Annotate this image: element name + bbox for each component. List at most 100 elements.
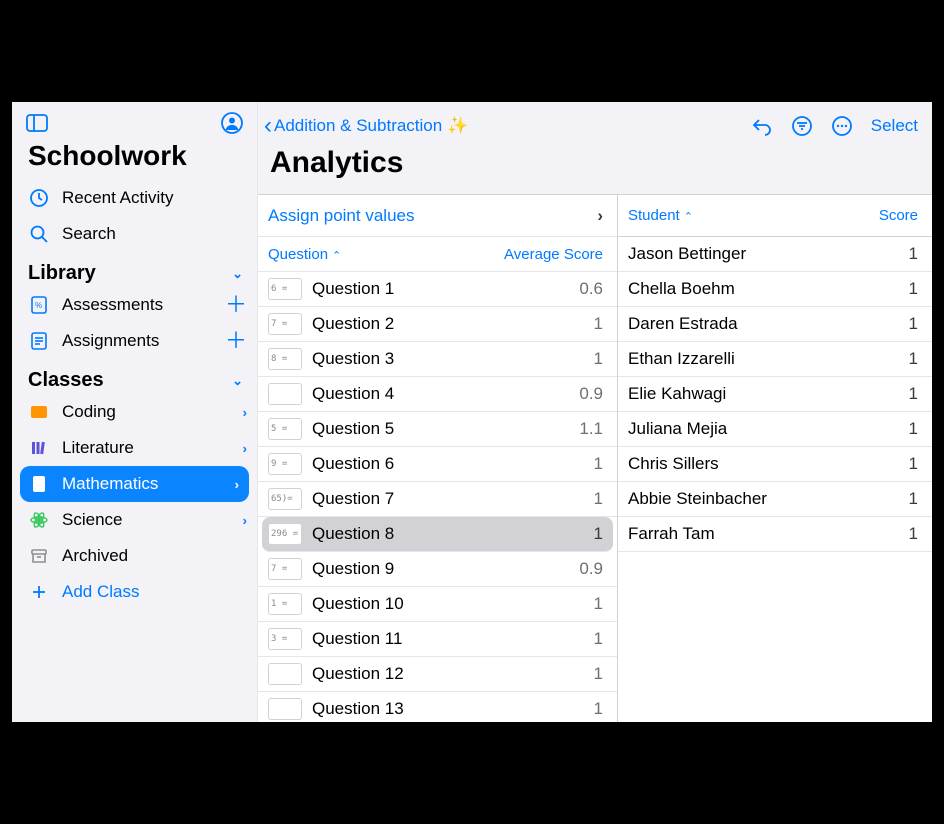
question-label: Question 1 — [312, 279, 569, 299]
chevron-right-icon: › — [243, 513, 247, 528]
question-thumbnail: 7 = — [268, 558, 302, 580]
question-row[interactable]: 1 = Question 10 1 — [258, 587, 617, 622]
question-row[interactable]: Question 40.9 — [258, 377, 617, 412]
library-section-header[interactable]: Library ⌄ — [12, 252, 257, 287]
sort-caret-icon: ⌃ — [684, 211, 693, 223]
question-thumbnail: 3 = — [268, 628, 302, 650]
question-score: 0.6 — [579, 279, 603, 299]
question-row[interactable]: 296 =Question 81 — [262, 517, 613, 552]
student-name: Abbie Steinbacher — [628, 489, 899, 509]
add-class-button[interactable]: Add Class — [12, 574, 257, 610]
classes-section-header[interactable]: Classes ⌄ — [12, 359, 257, 394]
sidebar: Schoolwork Recent Activity Search Librar… — [12, 102, 258, 722]
filter-icon[interactable] — [791, 115, 813, 137]
chevron-down-icon: ⌄ — [232, 266, 243, 282]
calculator-icon — [28, 474, 50, 494]
student-name: Chris Sillers — [628, 454, 899, 474]
question-row[interactable]: Question 131 — [258, 692, 617, 722]
question-row[interactable]: 8 =Question 31 — [258, 342, 617, 377]
account-icon[interactable] — [221, 112, 243, 134]
question-thumbnail — [268, 663, 302, 685]
add-assignment-button[interactable]: ＋ — [225, 330, 247, 352]
sidebar-item-assessments[interactable]: % Assessments ＋ — [12, 287, 257, 323]
question-thumbnail: 8 = — [268, 348, 302, 370]
question-row[interactable]: 6 =Question 10.6 — [258, 272, 617, 307]
avg-score-column-header[interactable]: Average Score — [504, 246, 603, 263]
question-thumbnail: 7 = — [268, 313, 302, 335]
undo-icon[interactable] — [751, 116, 773, 136]
sidebar-item-archived[interactable]: Archived — [12, 538, 257, 574]
question-row[interactable]: 3 =Question 111 — [258, 622, 617, 657]
question-score: 1 — [594, 524, 603, 544]
question-row[interactable]: 7 =Question 90.9 — [258, 552, 617, 587]
question-thumbnail: 5 = — [268, 418, 302, 440]
clock-icon — [28, 188, 50, 208]
content-columns: Assign point values › Question⌃ Average … — [258, 194, 932, 722]
sidebar-toggle-icon[interactable] — [26, 112, 48, 134]
question-score: 1.1 — [579, 419, 603, 439]
chevron-right-icon: › — [243, 405, 247, 420]
sidebar-item-search[interactable]: Search — [12, 216, 257, 252]
student-score: 1 — [909, 489, 918, 509]
students-header-row: Student⌃ Score — [618, 195, 932, 237]
sidebar-item-science[interactable]: Science › — [12, 502, 257, 538]
sidebar-item-coding[interactable]: Coding › — [12, 394, 257, 430]
code-icon — [28, 402, 50, 422]
question-row[interactable]: Question 121 — [258, 657, 617, 692]
sidebar-item-label: Add Class — [62, 582, 247, 602]
questions-header-row: Question⌃ Average Score — [258, 237, 617, 272]
questions-panel: Assign point values › Question⌃ Average … — [258, 195, 618, 722]
add-assessment-button[interactable]: ＋ — [225, 294, 247, 316]
student-row[interactable]: Elie Kahwagi1 — [618, 377, 932, 412]
assign-point-values-row[interactable]: Assign point values › — [258, 195, 617, 237]
main-panel: ‹ Addition & Subtraction ✨ Select Analyt… — [258, 102, 932, 722]
student-name: Jason Bettinger — [628, 244, 899, 264]
assessments-icon: % — [28, 295, 50, 315]
student-row[interactable]: Chris Sillers 1 — [618, 447, 932, 482]
app-window: Schoolwork Recent Activity Search Librar… — [12, 102, 932, 722]
student-row[interactable]: Jason Bettinger1 — [618, 237, 932, 272]
student-score: 1 — [909, 314, 918, 334]
score-column-header[interactable]: Score — [879, 207, 918, 224]
main-toolbar: ‹ Addition & Subtraction ✨ Select — [258, 102, 932, 144]
question-label: Question 13 — [312, 699, 584, 719]
question-column-header[interactable]: Question⌃ — [268, 246, 341, 263]
sidebar-toolbar — [12, 102, 257, 138]
question-list[interactable]: 6 =Question 10.67 =Question 218 =Questio… — [258, 272, 617, 722]
sidebar-item-label: Assignments — [62, 331, 213, 351]
question-label: Question 10 — [312, 594, 584, 614]
question-thumbnail — [268, 383, 302, 405]
more-icon[interactable] — [831, 115, 853, 137]
section-title: Classes — [28, 369, 104, 392]
student-column-header[interactable]: Student⌃ — [628, 207, 693, 224]
sidebar-item-recent[interactable]: Recent Activity — [12, 180, 257, 216]
plus-icon — [28, 582, 50, 602]
chevron-down-icon: ⌄ — [232, 373, 243, 389]
question-thumbnail: 1 = — [268, 593, 302, 615]
sidebar-item-label: Science — [62, 510, 231, 530]
student-row[interactable]: Chella Boehm1 — [618, 272, 932, 307]
question-row[interactable]: 7 =Question 21 — [258, 307, 617, 342]
students-panel: Student⌃ Score Jason Bettinger1Chella Bo… — [618, 195, 932, 722]
question-row[interactable]: 5 =Question 51.1 — [258, 412, 617, 447]
question-label: Question 4 — [312, 384, 569, 404]
question-row[interactable]: 65)=Question 71 — [258, 482, 617, 517]
question-score: 1 — [594, 349, 603, 369]
student-row[interactable]: Juliana Mejia1 — [618, 412, 932, 447]
student-list[interactable]: Jason Bettinger1Chella Boehm1Daren Estra… — [618, 237, 932, 552]
student-score: 1 — [909, 384, 918, 404]
sidebar-item-mathematics[interactable]: Mathematics › — [20, 466, 249, 502]
select-button[interactable]: Select — [871, 116, 918, 136]
question-score: 1 — [594, 489, 603, 509]
sidebar-item-assignments[interactable]: Assignments ＋ — [12, 323, 257, 359]
student-row[interactable]: Farrah Tam1 — [618, 517, 932, 552]
student-row[interactable]: Daren Estrada1 — [618, 307, 932, 342]
student-score: 1 — [909, 454, 918, 474]
question-row[interactable]: 9 =Question 61 — [258, 447, 617, 482]
student-row[interactable]: Ethan Izzarelli1 — [618, 342, 932, 377]
sidebar-item-literature[interactable]: Literature › — [12, 430, 257, 466]
student-row[interactable]: Abbie Steinbacher 1 — [618, 482, 932, 517]
student-name: Juliana Mejia — [628, 419, 899, 439]
back-button[interactable]: ‹ Addition & Subtraction ✨ — [264, 112, 468, 140]
question-score: 1 — [594, 594, 603, 614]
